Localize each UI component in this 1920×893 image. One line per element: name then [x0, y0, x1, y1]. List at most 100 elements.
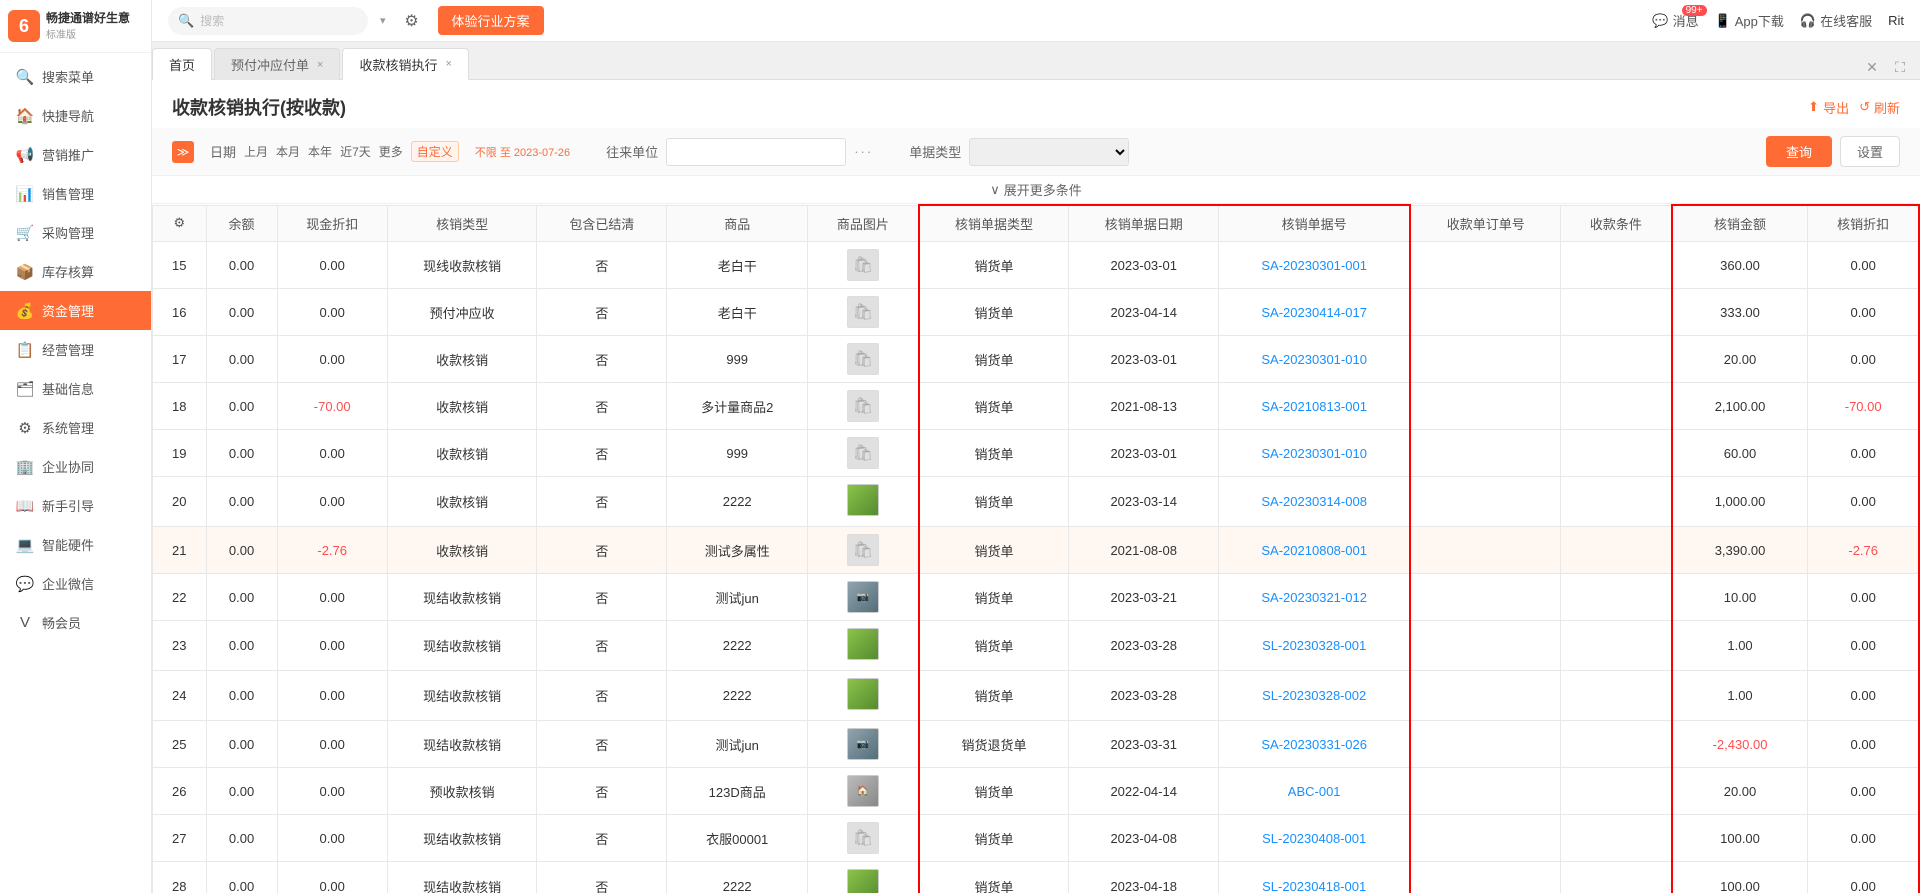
bill-no-link[interactable]: SA-20230301-001: [1261, 258, 1367, 273]
tab-home[interactable]: 首页: [152, 48, 212, 80]
tab-writeoff[interactable]: 收款核销执行 ×: [342, 48, 468, 80]
bill-no-link[interactable]: ABC-001: [1288, 784, 1341, 799]
cell-7: 销货单: [919, 242, 1069, 289]
cell-5: 2222: [667, 477, 808, 527]
bill-no-link[interactable]: SL-20230328-001: [1262, 638, 1366, 653]
cell-2: -70.00: [277, 383, 387, 430]
col-header-bill_report_no: 核销单据号: [1218, 205, 1410, 242]
cell-9[interactable]: SA-20230414-017: [1218, 289, 1410, 336]
table-row: 250.000.00现结收款核销否测试jun📷销货退货单2023-03-31SA…: [153, 721, 1920, 768]
table-row: 150.000.00现线收款核销否老白干🛍销货单2023-03-01SA-202…: [153, 242, 1920, 289]
topbar-search-box[interactable]: 🔍 搜索: [168, 7, 368, 35]
export-button[interactable]: ⬆ 导出: [1808, 98, 1849, 117]
cell-4: 否: [537, 721, 667, 768]
sidebar-item-purchase[interactable]: 🛒 采购管理: [0, 213, 151, 252]
query-button[interactable]: 查询: [1766, 136, 1832, 167]
cell-9[interactable]: SL-20230408-001: [1218, 815, 1410, 862]
cell-9[interactable]: SA-20230314-008: [1218, 477, 1410, 527]
tab-prepay-close[interactable]: ×: [317, 59, 323, 71]
cell-9[interactable]: SL-20230328-001: [1218, 621, 1410, 671]
filter-expand-button[interactable]: ≫: [172, 141, 194, 163]
cell-6: 🛍: [808, 336, 919, 383]
cell-9[interactable]: SA-20210808-001: [1218, 527, 1410, 574]
refresh-button[interactable]: ↺ 刷新: [1859, 98, 1900, 117]
sidebar-item-member[interactable]: V 畅会员: [0, 603, 151, 642]
bill-no-link[interactable]: SL-20230418-001: [1262, 879, 1366, 893]
sidebar-item-marketing[interactable]: 📢 营销推广: [0, 135, 151, 174]
enterprise-icon: 🏢: [16, 458, 34, 476]
sidebar-item-smart-hw[interactable]: 💻 智能硬件: [0, 525, 151, 564]
window-maximize-btn[interactable]: ⛶: [1888, 55, 1912, 79]
partner-input[interactable]: [666, 138, 846, 166]
cell-13: 0.00: [1808, 621, 1919, 671]
cell-8: 2023-03-28: [1069, 621, 1219, 671]
bill-no-link[interactable]: SA-20230321-012: [1261, 590, 1367, 605]
date-filter-section: 日期 上月 本月 本年 近7天 更多 自定义 不限 至 2023-07-26: [210, 141, 570, 162]
cell-9[interactable]: SA-20230301-001: [1218, 242, 1410, 289]
col-header-bill_report_type: 核销单据类型: [919, 205, 1069, 242]
date-option-7days[interactable]: 近7天: [340, 143, 371, 160]
cell-9[interactable]: ABC-001: [1218, 768, 1410, 815]
cell-11: [1561, 574, 1672, 621]
sidebar-item-quick-nav[interactable]: 🏠 快捷导航: [0, 96, 151, 135]
bill-no-link[interactable]: SL-20230408-001: [1262, 831, 1366, 846]
app-download-button[interactable]: 📱 App下载: [1715, 11, 1784, 30]
cell-6: [808, 477, 919, 527]
cell-1: 0.00: [206, 815, 277, 862]
sidebar: 6 畅捷通谱好生意 标准版 🔍 搜索菜单 🏠 快捷导航 📢 营销推广 📊 销售管…: [0, 0, 152, 893]
cell-9[interactable]: SA-20230301-010: [1218, 336, 1410, 383]
date-option-this-month[interactable]: 本月: [276, 143, 300, 160]
bill-no-link[interactable]: SA-20230314-008: [1261, 494, 1367, 509]
tabbar: 首页 预付冲应付单 × 收款核销执行 × ✕ ⛶: [152, 42, 1920, 80]
date-option-more[interactable]: 更多: [379, 143, 403, 160]
sidebar-item-enterprise[interactable]: 🏢 企业协同: [0, 447, 151, 486]
bill-type-select[interactable]: [969, 138, 1129, 166]
cell-9[interactable]: SA-20230321-012: [1218, 574, 1410, 621]
sidebar-item-sales[interactable]: 📊 销售管理: [0, 174, 151, 213]
cell-9[interactable]: SA-20210813-001: [1218, 383, 1410, 430]
sidebar-item-operation[interactable]: 📋 经营管理: [0, 330, 151, 369]
bill-no-link[interactable]: SL-20230328-002: [1262, 688, 1366, 703]
window-close-btn[interactable]: ✕: [1860, 55, 1884, 79]
gear-icon[interactable]: ⚙: [398, 7, 426, 35]
sidebar-item-system[interactable]: ⚙ 系统管理: [0, 408, 151, 447]
bill-no-link[interactable]: SA-20210808-001: [1261, 543, 1367, 558]
date-option-last-month[interactable]: 上月: [244, 143, 268, 160]
cell-9[interactable]: SA-20230331-026: [1218, 721, 1410, 768]
message-button[interactable]: 💬 消息 99+: [1652, 11, 1698, 30]
cell-7: 销货退货单: [919, 721, 1069, 768]
date-custom-btn[interactable]: 自定义: [411, 141, 459, 162]
partner-dots-icon[interactable]: ···: [854, 144, 873, 159]
expand-more-button[interactable]: ∨ 展开更多条件: [990, 180, 1082, 199]
cell-11: [1561, 721, 1672, 768]
sidebar-item-basic-info[interactable]: 🗂 基础信息: [0, 369, 151, 408]
sidebar-item-wechat[interactable]: 💬 企业微信: [0, 564, 151, 603]
cell-9[interactable]: SL-20230328-002: [1218, 671, 1410, 721]
tab-prepay[interactable]: 预付冲应付单 ×: [214, 48, 340, 80]
online-service-button[interactable]: 🎧 在线客服: [1800, 11, 1872, 30]
cell-0: 28: [153, 862, 207, 893]
sidebar-item-inventory[interactable]: 📦 库存核算: [0, 252, 151, 291]
cell-6: 📷: [808, 574, 919, 621]
bill-no-link[interactable]: SA-20230414-017: [1261, 305, 1367, 320]
bill-no-link[interactable]: SA-20230301-010: [1261, 446, 1367, 461]
sidebar-item-finance[interactable]: 💰 资金管理: [0, 291, 151, 330]
sidebar-item-search[interactable]: 🔍 搜索菜单: [0, 57, 151, 96]
bill-no-link[interactable]: SA-20230301-010: [1261, 352, 1367, 367]
bill-no-link[interactable]: SA-20230331-026: [1261, 737, 1367, 752]
date-option-this-year[interactable]: 本年: [308, 143, 332, 160]
cell-7: 销货单: [919, 621, 1069, 671]
sidebar-item-label-search: 搜索菜单: [42, 67, 94, 86]
cell-2: 0.00: [277, 862, 387, 893]
cell-0: 26: [153, 768, 207, 815]
bill-no-link[interactable]: SA-20210813-001: [1261, 399, 1367, 414]
solution-button[interactable]: 体验行业方案: [438, 6, 544, 35]
cell-3: 收款核销: [387, 383, 537, 430]
cell-9[interactable]: SL-20230418-001: [1218, 862, 1410, 893]
cell-10: [1410, 430, 1560, 477]
user-menu[interactable]: Rit: [1888, 13, 1904, 28]
filter-settings-button[interactable]: 设置: [1840, 136, 1900, 167]
tab-writeoff-close[interactable]: ×: [445, 58, 451, 70]
cell-9[interactable]: SA-20230301-010: [1218, 430, 1410, 477]
sidebar-item-guide[interactable]: 📖 新手引导: [0, 486, 151, 525]
